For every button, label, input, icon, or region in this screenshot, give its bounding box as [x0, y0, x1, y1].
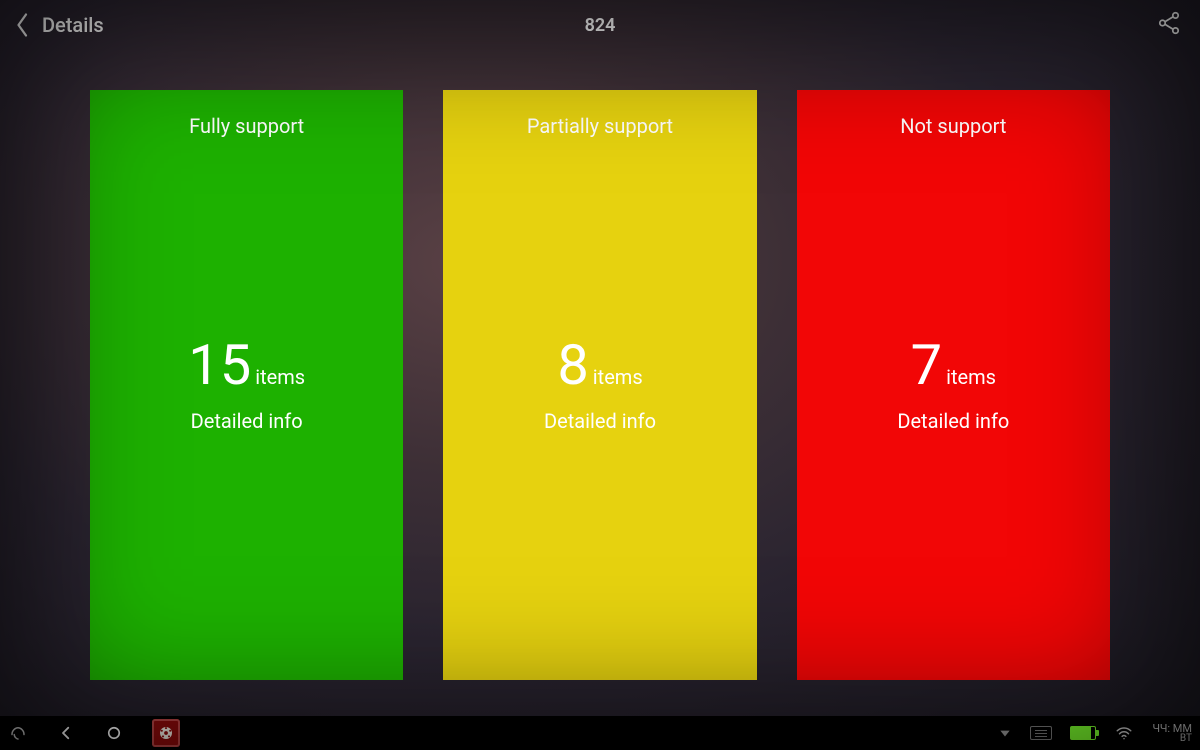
clock: ЧЧ: ММ ВТ: [1152, 723, 1192, 744]
card-items-label: items: [255, 365, 305, 389]
nav-back-button[interactable]: [56, 723, 76, 743]
wifi-icon[interactable]: [1114, 723, 1134, 743]
top-bar: Details 824: [0, 0, 1200, 50]
home-launcher-icon[interactable]: [8, 723, 28, 743]
chevron-left-icon: [14, 11, 32, 39]
card-detail-link[interactable]: Detailed info: [90, 409, 403, 433]
header-score: 824: [585, 15, 616, 36]
nav-home-button[interactable]: [104, 723, 124, 743]
card-count: 8: [557, 337, 588, 393]
card-not-support[interactable]: Not support 7 items Detailed info: [797, 90, 1110, 680]
recent-app-thumbnail[interactable]: [152, 719, 180, 747]
card-items-label: items: [946, 365, 996, 389]
clock-day: ВТ: [1152, 734, 1192, 744]
keyboard-icon[interactable]: [1030, 726, 1052, 740]
battery-icon: [1070, 726, 1096, 740]
card-partially-support[interactable]: Partially support 8 items Detailed info: [443, 90, 756, 680]
share-button[interactable]: [1156, 10, 1182, 36]
card-count: 15: [188, 337, 251, 393]
card-body: 7 items Detailed info: [797, 337, 1110, 433]
clock-time: ЧЧ: ММ: [1152, 723, 1192, 734]
card-body: 15 items Detailed info: [90, 337, 403, 433]
card-body: 8 items Detailed info: [443, 337, 756, 433]
card-detail-link[interactable]: Detailed info: [797, 409, 1110, 433]
back-button[interactable]: Details: [14, 11, 104, 39]
system-navbar: ЧЧ: ММ ВТ: [0, 716, 1200, 750]
card-detail-link[interactable]: Detailed info: [443, 409, 756, 433]
page-title: Details: [42, 13, 104, 37]
card-title: Not support: [900, 114, 1006, 138]
card-items-label: items: [593, 365, 643, 389]
dropdown-indicator-icon[interactable]: [998, 726, 1012, 740]
card-title: Fully support: [189, 114, 304, 138]
card-fully-support[interactable]: Fully support 15 items Detailed info: [90, 90, 403, 680]
card-count: 7: [911, 337, 942, 393]
cards-container: Fully support 15 items Detailed info Par…: [90, 90, 1110, 680]
card-title: Partially support: [527, 114, 673, 138]
